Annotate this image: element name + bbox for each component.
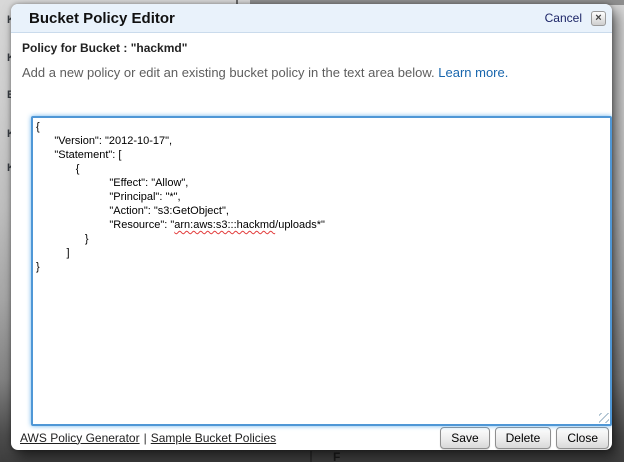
bucket-policy-editor-dialog: Bucket Policy Editor Cancel × Policy for… xyxy=(11,4,612,450)
spellcheck-underline: arn:aws:s3:::hackmd xyxy=(174,219,275,231)
close-dialog-button[interactable]: × xyxy=(591,11,606,26)
background-page-fragment: F xyxy=(333,450,340,462)
policy-line: "Action": "s3:GetObject", xyxy=(36,204,607,218)
policy-line: { xyxy=(36,162,607,176)
bucket-policy-heading: Policy for Bucket : "hackmd" xyxy=(22,41,601,55)
aws-policy-generator-link[interactable]: AWS Policy Generator xyxy=(20,431,140,445)
screen: KKEKK F Bucket Policy Editor Cancel × Po… xyxy=(0,0,624,462)
sample-bucket-policies-link[interactable]: Sample Bucket Policies xyxy=(151,431,276,445)
policy-textarea[interactable]: { "Version": "2012-10-17", "Statement": … xyxy=(31,116,612,426)
close-icon: × xyxy=(595,13,601,24)
dialog-header: Bucket Policy Editor Cancel × xyxy=(11,4,612,33)
policy-line: ] xyxy=(36,246,607,260)
policy-line: } xyxy=(36,260,607,274)
learn-more-link[interactable]: Learn more. xyxy=(438,65,508,80)
description-row: Add a new policy or edit an existing buc… xyxy=(22,65,601,80)
link-separator: | xyxy=(144,431,147,445)
policy-line: "Version": "2012-10-17", xyxy=(36,134,607,148)
delete-button[interactable]: Delete xyxy=(495,427,552,449)
policy-line: "Statement": [ xyxy=(36,148,607,162)
dialog-footer: AWS Policy Generator | Sample Bucket Pol… xyxy=(11,426,612,450)
policy-line: "Effect": "Allow", xyxy=(36,176,607,190)
policy-line: } xyxy=(36,232,607,246)
policy-line: { xyxy=(36,120,607,134)
close-button[interactable]: Close xyxy=(556,427,609,449)
dialog-title: Bucket Policy Editor xyxy=(29,10,175,27)
background-page-bottom-divider xyxy=(310,451,312,462)
cancel-link[interactable]: Cancel xyxy=(545,11,582,25)
policy-line: "Principal": "*", xyxy=(36,190,607,204)
description-text: Add a new policy or edit an existing buc… xyxy=(22,65,438,80)
save-button[interactable]: Save xyxy=(440,427,489,449)
dialog-body: Policy for Bucket : "hackmd" Add a new p… xyxy=(11,33,612,426)
textarea-resize-grip[interactable] xyxy=(599,413,609,423)
policy-line: "Resource": "arn:aws:s3:::hackmd/uploads… xyxy=(36,218,607,232)
